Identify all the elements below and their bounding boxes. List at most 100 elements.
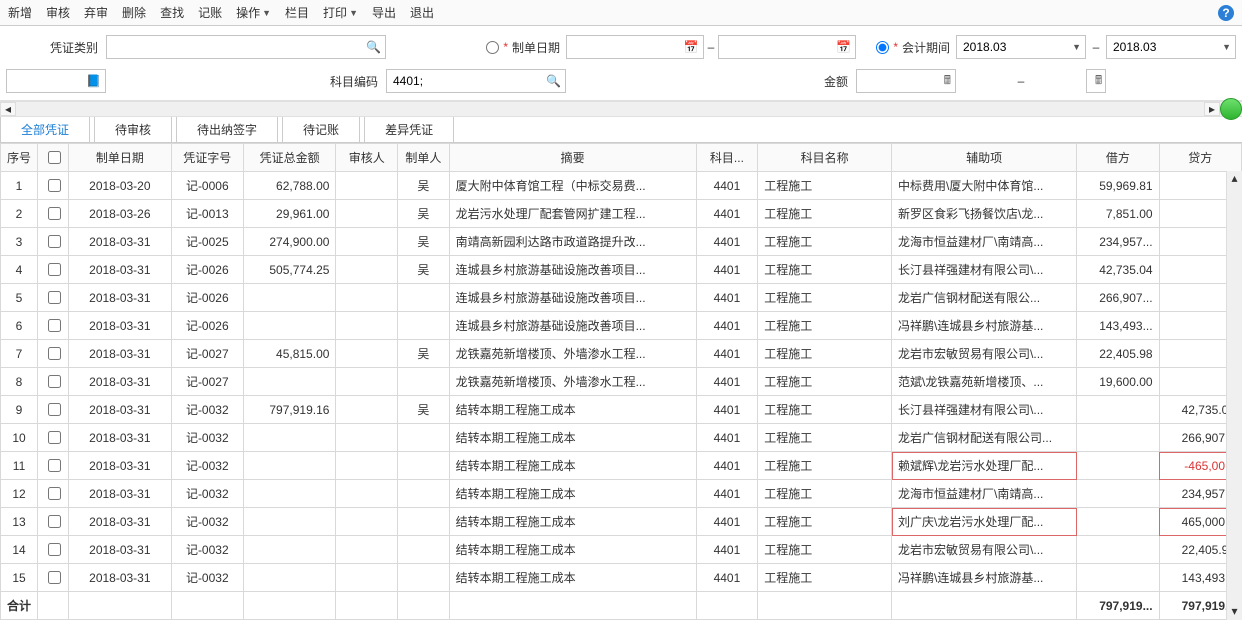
tab-0[interactable]: 全部凭证 [0, 116, 90, 142]
toolbar-审核[interactable]: 审核 [46, 4, 70, 21]
scroll-left-icon[interactable]: ◂ [0, 102, 16, 116]
row-checkbox[interactable] [48, 291, 61, 304]
col-header[interactable]: 凭证字号 [171, 144, 243, 172]
row-checkbox[interactable] [48, 571, 61, 584]
cell: 工程施工 [758, 508, 892, 536]
table-row[interactable]: 32018-03-31记-0025274,900.00吴南靖高新园利达路市政道路… [1, 228, 1242, 256]
cell: 2018-03-31 [68, 452, 171, 480]
cell [1077, 508, 1159, 536]
col-header[interactable]: 科目... [696, 144, 758, 172]
row-checkbox[interactable] [48, 207, 61, 220]
col-header[interactable]: 制单人 [398, 144, 449, 172]
tab-1[interactable]: 待审核 [94, 116, 172, 142]
toolbar-操作[interactable]: 操作▼ [236, 4, 271, 21]
cell: 4401 [696, 508, 758, 536]
row-checkbox[interactable] [48, 319, 61, 332]
row-checkbox[interactable] [48, 487, 61, 500]
toolbar-打印[interactable]: 打印▼ [323, 4, 358, 21]
search-icon[interactable]: 🔍 [546, 74, 561, 88]
table-row[interactable]: 22018-03-26记-001329,961.00吴龙岩污水处理厂配套管网扩建… [1, 200, 1242, 228]
cell [336, 564, 398, 592]
table-row[interactable]: 82018-03-31记-0027龙铁嘉苑新增楼顶、外墙渗水工程...4401工… [1, 368, 1242, 396]
table-row[interactable]: 12018-03-20记-000662,788.00吴厦大附中体育馆工程（中标交… [1, 172, 1242, 200]
cell: 结转本期工程施工成本 [449, 564, 696, 592]
footer-cell: 797,919... [1077, 592, 1159, 620]
table-row[interactable]: 112018-03-31记-0032结转本期工程施工成本4401工程施工赖斌辉\… [1, 452, 1242, 480]
cell [243, 424, 336, 452]
tab-3[interactable]: 待记账 [282, 116, 360, 142]
col-header[interactable]: 凭证总金额 [243, 144, 336, 172]
search-icon[interactable]: 🔍 [366, 40, 381, 54]
toolbar-记账[interactable]: 记账 [198, 4, 222, 21]
row-checkbox[interactable] [48, 263, 61, 276]
table-row[interactable]: 122018-03-31记-0032结转本期工程施工成本4401工程施工龙海市恒… [1, 480, 1242, 508]
subject-code-input[interactable]: 🔍 [386, 69, 566, 93]
scroll-right-icon[interactable]: ▸ [1204, 102, 1220, 116]
cell: 505,774.25 [243, 256, 336, 284]
refresh-bubble[interactable] [1220, 98, 1242, 120]
cell: 797,919.16 [243, 396, 336, 424]
table-row[interactable]: 92018-03-31记-0032797,919.16吴结转本期工程施工成本44… [1, 396, 1242, 424]
toolbar-退出[interactable]: 退出 [410, 4, 434, 21]
toolbar-查找[interactable]: 查找 [160, 4, 184, 21]
table-row[interactable]: 72018-03-31记-002745,815.00吴龙铁嘉苑新增楼顶、外墙渗水… [1, 340, 1242, 368]
tab-4[interactable]: 差异凭证 [364, 116, 454, 142]
row-checkbox[interactable] [48, 235, 61, 248]
row-checkbox[interactable] [48, 375, 61, 388]
col-header[interactable]: 科目名称 [758, 144, 892, 172]
toolbar-新增[interactable]: 新增 [8, 4, 32, 21]
col-header[interactable]: 制单日期 [68, 144, 171, 172]
col-header[interactable]: 序号 [1, 144, 38, 172]
make-date-radio[interactable]: *制单日期 [386, 39, 566, 56]
row-checkbox[interactable] [48, 347, 61, 360]
horizontal-scrollbar[interactable]: ◂ ▸ [0, 101, 1242, 117]
toolbar-导出[interactable]: 导出 [372, 4, 396, 21]
summary-input[interactable]: 📘 [6, 69, 106, 93]
scroll-down-icon[interactable]: ▾ [1231, 604, 1237, 620]
scroll-up-icon[interactable]: ▴ [1231, 171, 1237, 187]
col-header[interactable]: 辅助项 [892, 144, 1077, 172]
col-header[interactable]: 审核人 [336, 144, 398, 172]
toolbar-栏目[interactable]: 栏目 [285, 4, 309, 21]
make-date-from[interactable]: 📅 [566, 35, 704, 59]
period-from[interactable]: ▼ [956, 35, 1086, 59]
select-all-checkbox[interactable] [48, 151, 61, 164]
voucher-type-input[interactable]: 🔍 [106, 35, 386, 59]
table-row[interactable]: 62018-03-31记-0026连城县乡村旅游基础设施改善项目...4401工… [1, 312, 1242, 340]
row-checkbox[interactable] [48, 403, 61, 416]
toolbar-弃审[interactable]: 弃审 [84, 4, 108, 21]
period-radio[interactable]: *会计期间 [856, 39, 956, 56]
row-checkbox[interactable] [48, 459, 61, 472]
row-checkbox[interactable] [48, 431, 61, 444]
row-checkbox[interactable] [48, 179, 61, 192]
cell: 工程施工 [758, 340, 892, 368]
cell: 2018-03-31 [68, 480, 171, 508]
period-to[interactable]: ▼ [1106, 35, 1236, 59]
cell: 2018-03-31 [68, 564, 171, 592]
table-row[interactable]: 52018-03-31记-0026连城县乡村旅游基础设施改善项目...4401工… [1, 284, 1242, 312]
col-header[interactable] [38, 144, 69, 172]
table-row[interactable]: 152018-03-31记-0032结转本期工程施工成本4401工程施工冯祥鹏\… [1, 564, 1242, 592]
col-header[interactable]: 摘要 [449, 144, 696, 172]
table-row[interactable]: 102018-03-31记-0032结转本期工程施工成本4401工程施工龙岩广信… [1, 424, 1242, 452]
make-date-to[interactable]: 📅 [718, 35, 856, 59]
table-row[interactable]: 132018-03-31记-0032结转本期工程施工成本4401工程施工刘广庆\… [1, 508, 1242, 536]
tab-2[interactable]: 待出纳签字 [176, 116, 278, 142]
footer-cell [758, 592, 892, 620]
row-checkbox[interactable] [48, 543, 61, 556]
amount-to[interactable]: 🖩 [1086, 69, 1106, 93]
row-checkbox[interactable] [48, 515, 61, 528]
help-icon[interactable]: ? [1218, 5, 1234, 21]
vertical-scrollbar[interactable]: ▴ ▾ [1226, 171, 1242, 620]
table-row[interactable]: 42018-03-31记-0026505,774.25吴连城县乡村旅游基础设施改… [1, 256, 1242, 284]
cell: 记-0032 [171, 508, 243, 536]
amount-from[interactable]: 🖩 [856, 69, 956, 93]
table-row[interactable]: 142018-03-31记-0032结转本期工程施工成本4401工程施工龙岩市宏… [1, 536, 1242, 564]
cell [398, 480, 449, 508]
col-header[interactable]: 借方 [1077, 144, 1159, 172]
toolbar-删除[interactable]: 删除 [122, 4, 146, 21]
book-icon[interactable]: 📘 [86, 74, 101, 88]
col-header[interactable]: 贷方 [1159, 144, 1241, 172]
cell: 2018-03-31 [68, 396, 171, 424]
cell [398, 452, 449, 480]
